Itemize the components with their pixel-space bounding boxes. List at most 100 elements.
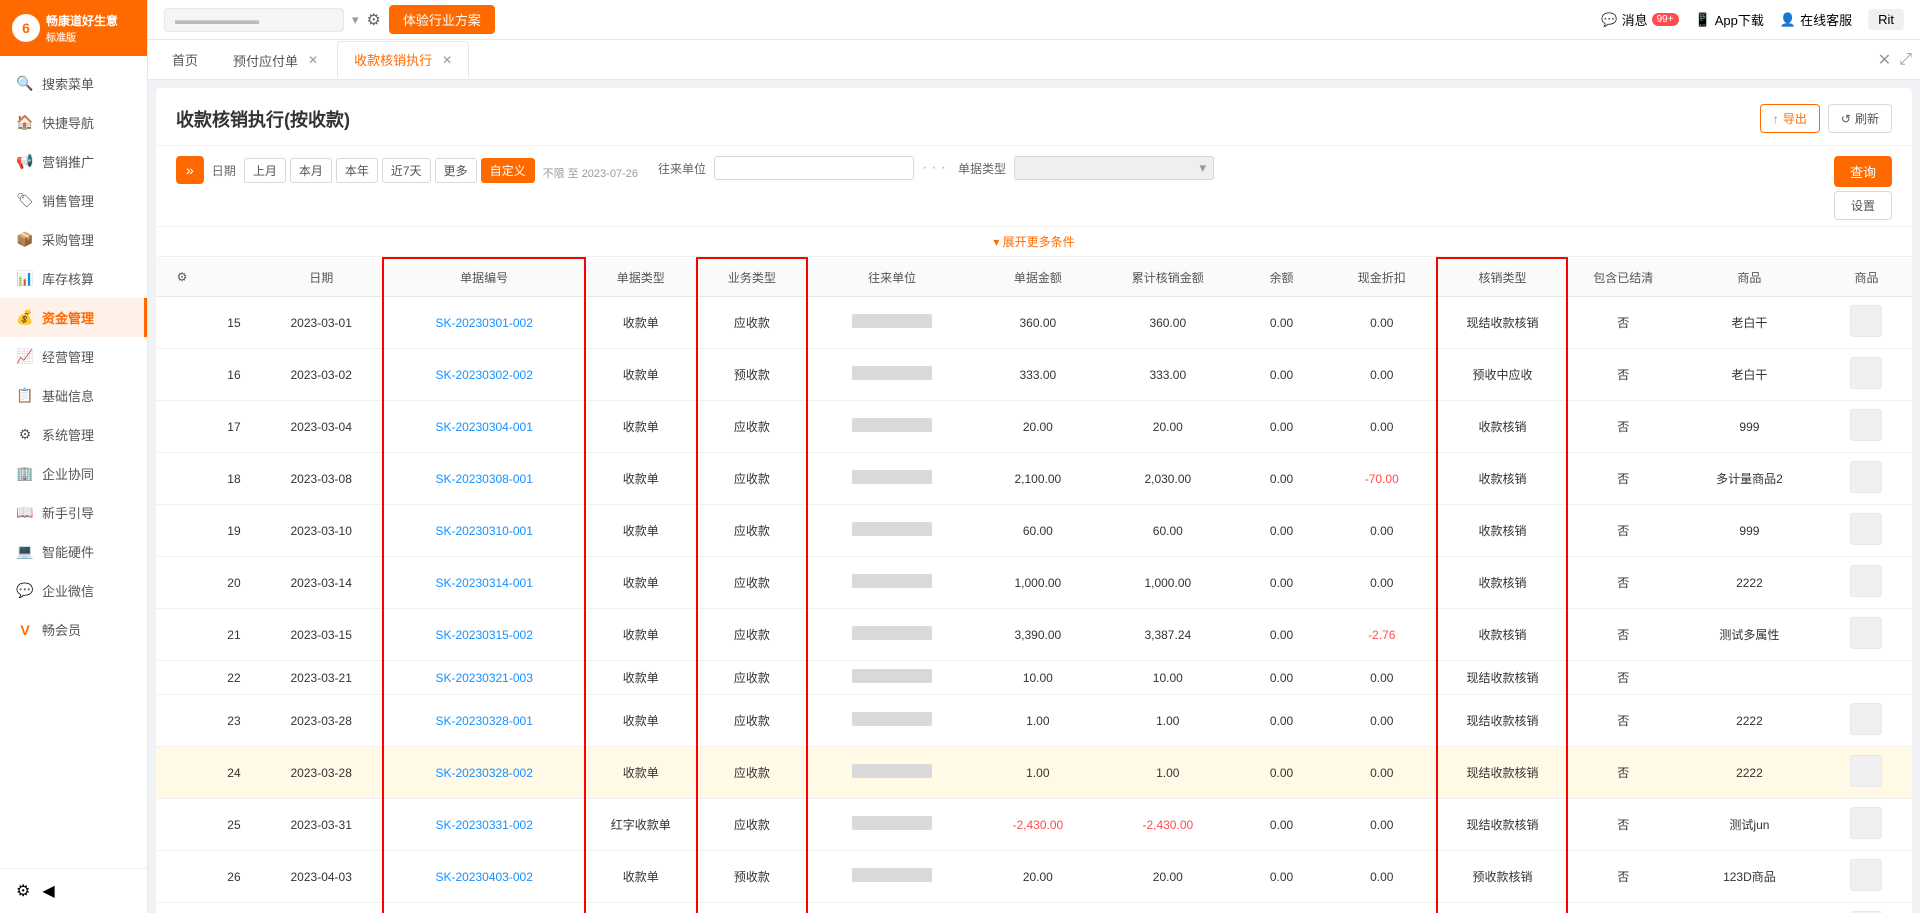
date-custom[interactable]: 自定义 xyxy=(481,158,535,183)
user-avatar-button[interactable]: Rit xyxy=(1868,9,1904,30)
tab-prepay[interactable]: 预付应付单 ✕ xyxy=(216,42,335,78)
tab-home[interactable]: 首页 xyxy=(156,42,214,77)
receipt-type-select[interactable] xyxy=(1014,156,1214,180)
sn-link[interactable]: SK-20230308-001 xyxy=(435,472,532,486)
sn-link[interactable]: SK-20230403-002 xyxy=(435,870,532,884)
col-include-cell: 否 xyxy=(1567,661,1677,695)
sidebar-item-search[interactable]: 🔍 搜索菜单 xyxy=(0,64,147,103)
date-7days[interactable]: 近7天 xyxy=(382,158,431,183)
expand-conditions-button[interactable]: ▾ 展开更多条件 xyxy=(993,235,1074,249)
sidebar-item-hardware[interactable]: 💻 智能硬件 xyxy=(0,532,147,571)
sidebar-item-sales[interactable]: 🏷 销售管理 xyxy=(0,181,147,220)
sn-link[interactable]: SK-20230301-002 xyxy=(435,316,532,330)
sn-link[interactable]: SK-20230321-003 xyxy=(435,671,532,685)
tab-prepay-label: 预付应付单 xyxy=(233,51,298,70)
sidebar-item-label: 快捷导航 xyxy=(42,113,94,132)
sn-link[interactable]: SK-20230315-002 xyxy=(435,628,532,642)
export-button[interactable]: ↑ 导出 xyxy=(1760,104,1820,133)
col-cancel-type-header: 核销类型 xyxy=(1437,258,1567,297)
sidebar-item-marketing[interactable]: 📢 营销推广 xyxy=(0,142,147,181)
tab-close-all-icon[interactable]: ✕ xyxy=(1878,50,1891,70)
col-num-cell: 24 xyxy=(208,747,260,799)
col-settings-header[interactable]: ⚙ xyxy=(156,258,208,297)
sidebar-item-label: 销售管理 xyxy=(42,191,94,210)
col-goods-cell: 衣服00001 xyxy=(1678,903,1821,913)
refresh-button[interactable]: ↺ 刷新 xyxy=(1828,104,1892,133)
col-cum-cell: 2,030.00 xyxy=(1100,453,1236,505)
col-num-cell: 26 xyxy=(208,851,260,903)
sn-link[interactable]: SK-20230328-001 xyxy=(435,714,532,728)
filter-toggle-button[interactable]: » xyxy=(176,156,204,184)
date-filter-options: 上月 本月 本年 近7天 更多 自定义 xyxy=(244,158,535,183)
col-balance-cell: 0.00 xyxy=(1236,747,1327,799)
sidebar-item-label: 采购管理 xyxy=(42,230,94,249)
col-partner-cell xyxy=(807,747,976,799)
sidebar-item-purchase[interactable]: 📦 采购管理 xyxy=(0,220,147,259)
date-more[interactable]: 更多 xyxy=(435,158,477,183)
col-type-cell: 红字收款单 xyxy=(585,799,697,851)
sidebar-item-system[interactable]: ⚙ 系统管理 xyxy=(0,415,147,454)
sidebar-item-member[interactable]: V 畅会员 xyxy=(0,610,147,649)
col-goods-header: 商品 xyxy=(1678,258,1821,297)
sidebar-item-guide[interactable]: 📖 新手引导 xyxy=(0,493,147,532)
tabs-actions: ✕ ⤢ xyxy=(1878,50,1912,70)
sidebar-item-basic[interactable]: 📋 基础信息 xyxy=(0,376,147,415)
tab-collection-label: 收款核销执行 xyxy=(354,50,432,69)
col-amount-cell: 1.00 xyxy=(976,695,1099,747)
sn-link[interactable]: SK-20230328-002 xyxy=(435,766,532,780)
sidebar-item-inventory[interactable]: 📊 库存核算 xyxy=(0,259,147,298)
sn-link[interactable]: SK-20230331-002 xyxy=(435,818,532,832)
col-cancel-type-cell: 预收中应收 xyxy=(1437,349,1567,401)
finance-icon: 💰 xyxy=(16,309,34,326)
col-sn-cell: SK-20230321-003 xyxy=(383,661,584,695)
col-type-cell: 收款单 xyxy=(585,557,697,609)
date-filter-label: 日期 xyxy=(212,162,236,179)
col-sn-cell: SK-20230314-001 xyxy=(383,557,584,609)
table-row: 16 2023-03-02 SK-20230302-002 收款单 预收款 33… xyxy=(156,349,1912,401)
date-this-month[interactable]: 本月 xyxy=(290,158,332,183)
sidebar-item-label: 新手引导 xyxy=(42,503,94,522)
sn-link[interactable]: SK-20230302-002 xyxy=(435,368,532,382)
col-partner-cell xyxy=(807,505,976,557)
sidebar-item-wechat[interactable]: 💬 企业微信 xyxy=(0,571,147,610)
col-type-cell: 收款单 xyxy=(585,401,697,453)
partner-input[interactable] xyxy=(714,156,914,180)
filter-settings-button[interactable]: 设置 xyxy=(1834,191,1892,220)
query-button[interactable]: 查询 xyxy=(1834,156,1892,187)
col-goods-cell: 老白干 xyxy=(1678,349,1821,401)
tab-collection-close[interactable]: ✕ xyxy=(442,53,452,67)
sn-link[interactable]: SK-20230314-001 xyxy=(435,576,532,590)
col-goods-cell: 123D商品 xyxy=(1678,851,1821,903)
online-service-button[interactable]: 👤 在线客服 xyxy=(1780,10,1852,29)
sn-link[interactable]: SK-20230310-001 xyxy=(435,524,532,538)
sidebar-item-company[interactable]: 🏢 企业协同 xyxy=(0,454,147,493)
col-date-cell: 2023-03-10 xyxy=(260,505,383,557)
tab-collection[interactable]: 收款核销执行 ✕ xyxy=(337,41,469,79)
sidebar-item-finance[interactable]: 💰 资金管理 xyxy=(0,298,147,337)
col-biz-cell: 应收款 xyxy=(697,401,807,453)
date-this-year[interactable]: 本年 xyxy=(336,158,378,183)
settings-footer-icon[interactable]: ⚙ xyxy=(16,881,30,901)
collapse-icon[interactable]: ◀ xyxy=(42,881,54,901)
date-last-month[interactable]: 上月 xyxy=(244,158,286,183)
topbar-gear-icon[interactable]: ⚙ xyxy=(367,10,381,30)
industry-solution-button[interactable]: 体验行业方案 xyxy=(389,5,495,34)
app-download-button[interactable]: 📱 App下载 xyxy=(1695,10,1764,29)
col-type-header: 单据类型 xyxy=(585,258,697,297)
topbar-dropdown-icon[interactable]: ▾ xyxy=(352,12,359,28)
col-discount-cell: 0.00 xyxy=(1327,557,1437,609)
col-discount-cell: 0.00 xyxy=(1327,661,1437,695)
col-partner-cell xyxy=(807,349,976,401)
service-icon: 👤 xyxy=(1780,12,1796,28)
sidebar-item-operation[interactable]: 📈 经营管理 xyxy=(0,337,147,376)
col-sn-cell: SK-20230310-001 xyxy=(383,505,584,557)
message-button[interactable]: 💬 消息 99+ xyxy=(1601,10,1678,29)
tab-prepay-close[interactable]: ✕ xyxy=(308,53,318,67)
sidebar-item-shortcut[interactable]: 🏠 快捷导航 xyxy=(0,103,147,142)
col-biz-cell: 应收款 xyxy=(697,297,807,349)
message-label: 消息 xyxy=(1622,10,1648,29)
col-include-cell: 否 xyxy=(1567,851,1677,903)
sn-link[interactable]: SK-20230304-001 xyxy=(435,420,532,434)
col-date-cell: 2023-03-08 xyxy=(260,453,383,505)
tab-expand-icon[interactable]: ⤢ xyxy=(1899,51,1912,69)
